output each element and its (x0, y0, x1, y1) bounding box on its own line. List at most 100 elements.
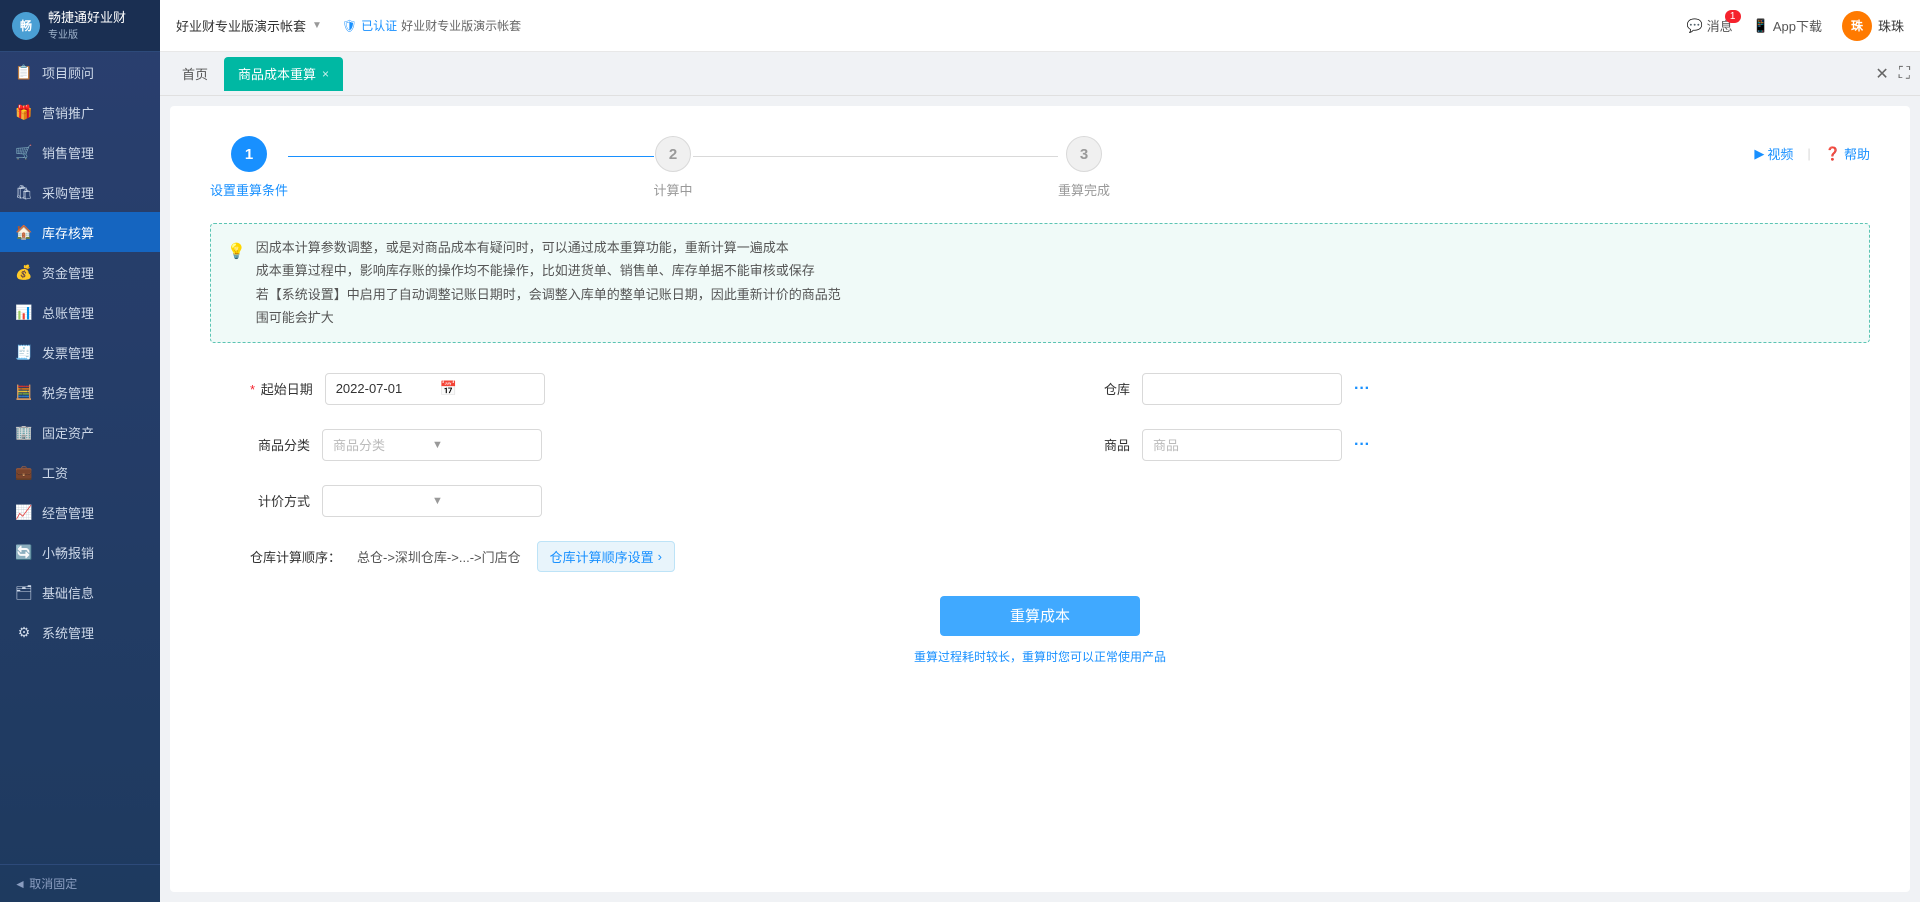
sidebar-item-general[interactable]: 📊 总账管理 (0, 292, 160, 332)
form-row-2: 商品分类 商品分类 ▼ 商品 商品 ··· (250, 429, 1830, 461)
page-content: 1 设置重算条件 2 计算中 3 (170, 106, 1910, 892)
step-3: 3 重算完成 (1058, 136, 1110, 199)
shield-icon: 🛡 (342, 19, 357, 33)
sidebar-nav: 📋 项目顾问 🎁 营销推广 🛒 销售管理 🛍 采购管理 🏠 库存核算 💰 资金管… (0, 52, 160, 864)
play-icon: ▶ (1754, 146, 1764, 162)
step-2-label: 计算中 (654, 180, 693, 199)
step-1: 1 设置重算条件 (210, 136, 288, 199)
expense-icon: 🔄 (14, 542, 34, 562)
sidebar-item-marketing[interactable]: 🎁 营销推广 (0, 92, 160, 132)
sidebar-logo: 畅 畅捷通好业财 专业版 (0, 0, 160, 52)
form-section: * 起始日期 2022-07-01 📅 仓库 ··· (210, 373, 1870, 572)
sidebar-item-assets[interactable]: 🏢 固定资产 (0, 412, 160, 452)
bulb-icon: 💡 (227, 238, 246, 330)
messages-button[interactable]: 💬 消息 1 (1686, 16, 1732, 35)
tab-recalc[interactable]: 商品成本重算 × (224, 57, 343, 91)
warehouse-more-button[interactable]: ··· (1354, 380, 1370, 398)
pricing-field: 计价方式 ▼ (250, 485, 1830, 517)
sidebar-item-operations[interactable]: 📈 经营管理 (0, 492, 160, 532)
warehouse-order-settings-button[interactable]: 仓库计算顺序设置 › (537, 541, 675, 572)
sidebar-item-purchase[interactable]: 🛍 采购管理 (0, 172, 160, 212)
info-text: 因成本计算参数调整，或是对商品成本有疑问时，可以通过成本重算功能，重新计算一遍成… (256, 236, 841, 330)
account-chevron-icon: ▼ (312, 20, 322, 31)
operations-icon: 📈 (14, 502, 34, 522)
submit-hint: 重算过程耗时较长，重算时您可以正常使用产品 (914, 648, 1166, 665)
goods-label: 商品 (1070, 435, 1130, 454)
home-icon: 🏠 (14, 222, 34, 242)
sidebar-item-sales[interactable]: 🛒 销售管理 (0, 132, 160, 172)
help-actions: ▶ 视频 | ❓ 帮助 (1754, 136, 1870, 163)
recalculate-button[interactable]: 重算成本 (940, 596, 1140, 636)
sales-icon: 🛒 (14, 142, 34, 162)
invoice-icon: 🧾 (14, 342, 34, 362)
main-area: 好业财专业版演示帐套 ▼ 🛡 已认证 好业财专业版演示帐套 💬 消息 1 📱 A… (160, 0, 1920, 902)
step-1-circle: 1 (231, 136, 267, 172)
calendar-icon: 📅 (440, 380, 534, 397)
form-row-3: 计价方式 ▼ (250, 485, 1830, 517)
sidebar-item-project[interactable]: 📋 项目顾问 (0, 52, 160, 92)
warehouse-order-value: 总仓->深圳仓库->...->门店仓 (357, 547, 521, 566)
sidebar-item-basic[interactable]: 🗂 基础信息 (0, 572, 160, 612)
step-3-circle: 3 (1066, 136, 1102, 172)
sidebar-item-salary[interactable]: 💼 工资 (0, 452, 160, 492)
question-icon: ❓ (1825, 146, 1841, 162)
logo-icon: 畅 (12, 12, 40, 40)
step-connector-2 (693, 156, 1058, 157)
warehouse-order-row: 仓库计算顺序： 总仓->深圳仓库->...->门店仓 仓库计算顺序设置 › (250, 541, 1830, 572)
account-name: 好业财专业版演示帐套 (176, 16, 306, 35)
pricing-select[interactable]: ▼ (322, 485, 542, 517)
avatar: 珠 (1842, 11, 1872, 41)
gift-icon: 🎁 (14, 102, 34, 122)
purchase-icon: 🛍 (14, 182, 34, 202)
warehouse-input[interactable] (1142, 373, 1342, 405)
form-row-1: * 起始日期 2022-07-01 📅 仓库 ··· (250, 373, 1830, 405)
start-date-label: * 起始日期 (250, 379, 313, 398)
step-2-circle: 2 (655, 136, 691, 172)
category-label: 商品分类 (250, 435, 310, 454)
step-connector-1 (288, 156, 653, 157)
sidebar-item-system[interactable]: ⚙ 系统管理 (0, 612, 160, 652)
account-selector[interactable]: 好业财专业版演示帐套 ▼ (176, 16, 322, 35)
step-3-label: 重算完成 (1058, 180, 1110, 199)
message-icon: 💬 (1686, 18, 1702, 34)
tab-home[interactable]: 首页 (168, 57, 222, 91)
help-link[interactable]: ❓ 帮助 (1825, 144, 1870, 163)
step-1-label: 设置重算条件 (210, 180, 288, 199)
tax-icon: 🧮 (14, 382, 34, 402)
tab-close-icon[interactable]: × (322, 67, 329, 81)
category-chevron-icon: ▼ (432, 439, 531, 451)
info-box: 💡 因成本计算参数调整，或是对商品成本有疑问时，可以通过成本重算功能，重新计算一… (210, 223, 1870, 343)
close-window-icon[interactable]: ✕ (1875, 64, 1888, 84)
sidebar-item-finance[interactable]: 💰 资金管理 (0, 252, 160, 292)
sidebar-item-expense[interactable]: 🔄 小畅报销 (0, 532, 160, 572)
category-field: 商品分类 商品分类 ▼ (250, 429, 1010, 461)
system-icon: ⚙ (14, 622, 34, 642)
logo-text: 畅捷通好业财 专业版 (48, 10, 126, 42)
steps-row: 1 设置重算条件 2 计算中 3 (210, 136, 1110, 199)
step-2: 2 计算中 (654, 136, 693, 199)
video-link[interactable]: ▶ 视频 (1754, 144, 1793, 163)
sidebar: 畅 畅捷通好业财 专业版 📋 项目顾问 🎁 营销推广 🛒 销售管理 🛍 采购管理… (0, 0, 160, 902)
project-icon: 📋 (14, 62, 34, 82)
sidebar-item-invoice[interactable]: 🧾 发票管理 (0, 332, 160, 372)
topbar: 好业财专业版演示帐套 ▼ 🛡 已认证 好业财专业版演示帐套 💬 消息 1 📱 A… (160, 0, 1920, 52)
category-select[interactable]: 商品分类 ▼ (322, 429, 542, 461)
tabbar-right: ✕ ⛶ (1875, 64, 1920, 84)
chevron-right-icon: › (658, 549, 662, 564)
goods-more-button[interactable]: ··· (1354, 436, 1370, 454)
assets-icon: 🏢 (14, 422, 34, 442)
sidebar-item-tax[interactable]: 🧮 税务管理 (0, 372, 160, 412)
goods-input[interactable]: 商品 (1142, 429, 1342, 461)
sidebar-item-inventory[interactable]: 🏠 库存核算 (0, 212, 160, 252)
goods-field: 商品 商品 ··· (1070, 429, 1830, 461)
verified-badge: 🛡 已认证 好业财专业版演示帐套 (342, 17, 521, 34)
tabbar: 首页 商品成本重算 × ✕ ⛶ (160, 52, 1920, 96)
warehouse-label: 仓库 (1070, 379, 1130, 398)
expand-window-icon[interactable]: ⛶ (1899, 65, 1910, 83)
sidebar-pin-toggle[interactable]: ◄ 取消固定 (0, 864, 160, 902)
start-date-input[interactable]: 2022-07-01 📅 (325, 373, 545, 405)
app-download-button[interactable]: 📱 App下载 (1753, 16, 1822, 35)
submit-area: 重算成本 重算过程耗时较长，重算时您可以正常使用产品 (210, 596, 1870, 665)
warehouse-order-label: 仓库计算顺序： (250, 547, 341, 566)
user-menu[interactable]: 珠 珠珠 (1842, 11, 1904, 41)
